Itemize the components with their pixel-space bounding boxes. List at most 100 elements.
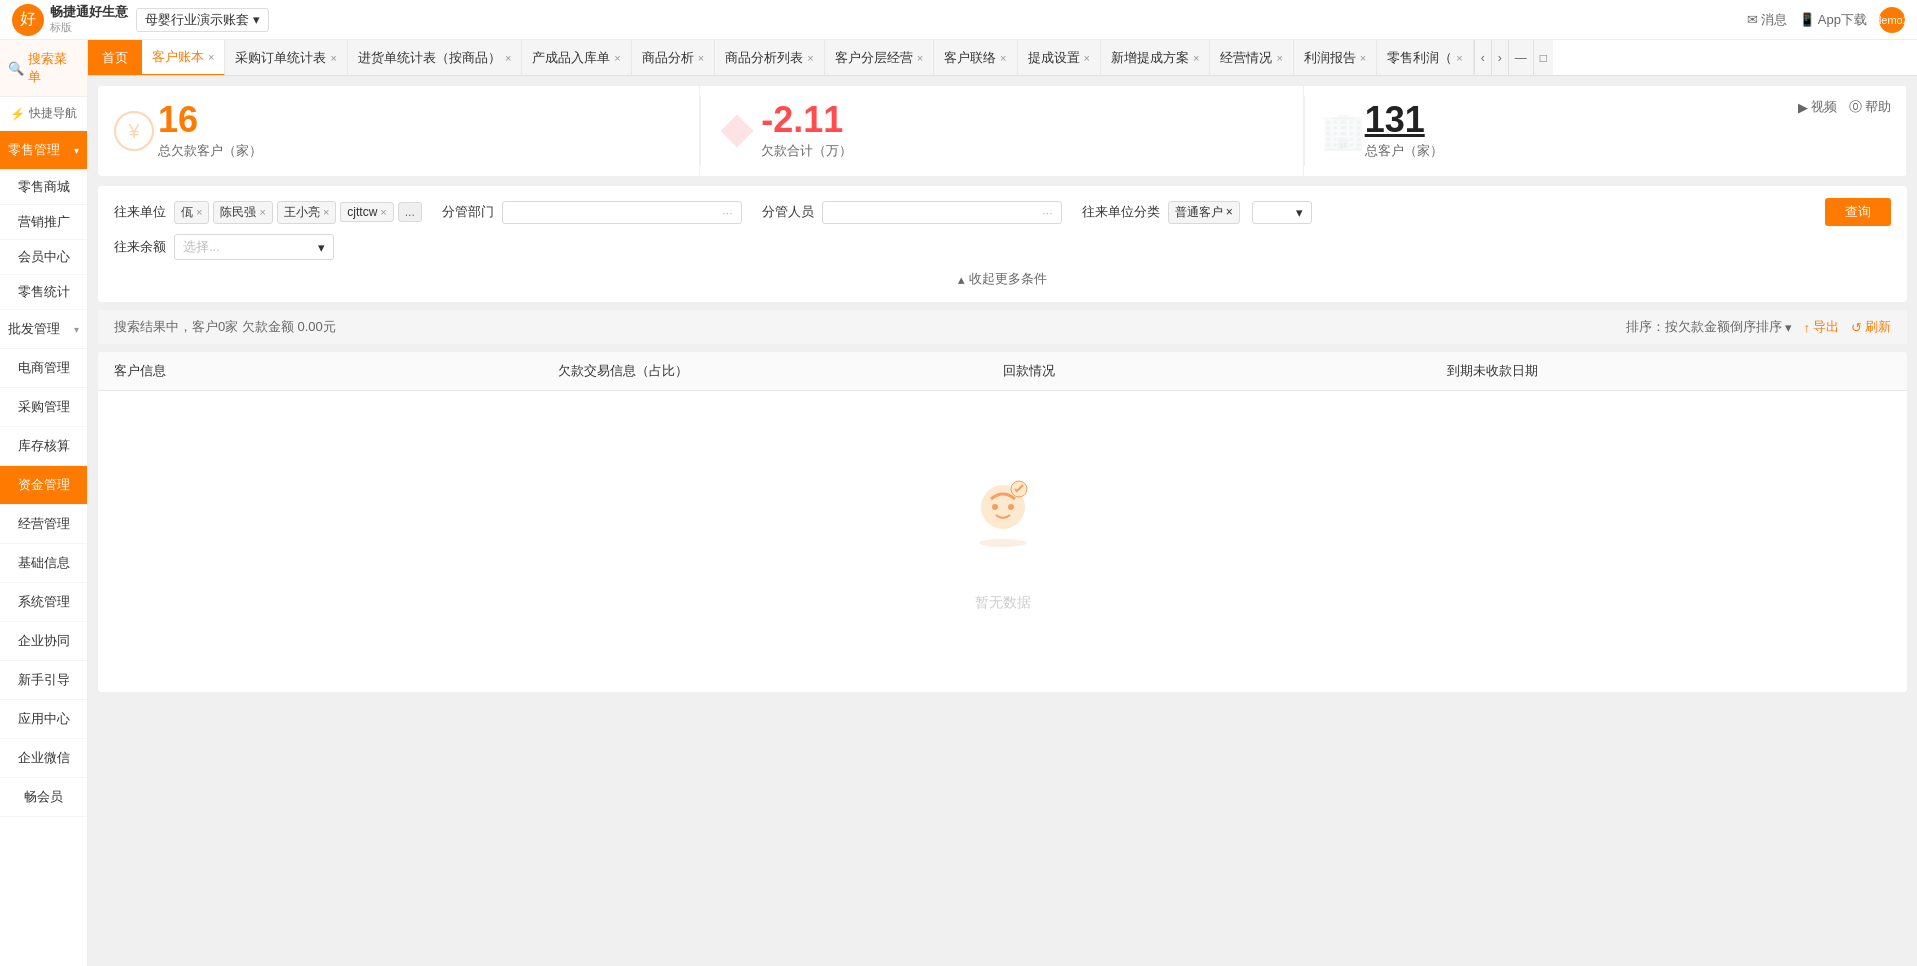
chevron-down-icon: ▾ [253, 12, 260, 27]
sidebar-item-inventory[interactable]: 库存核算 [0, 427, 87, 466]
app-download-btn[interactable]: 📱 App下载 [1799, 11, 1867, 29]
sidebar-item-inventory-label: 库存核算 [18, 438, 70, 453]
tab-retail-profit-close[interactable]: × [1456, 52, 1462, 64]
stat-label-1: 总欠款客户（家） [158, 142, 679, 160]
empty-icon [963, 471, 1043, 570]
classify-tag-normal-text: 普通客户 [1175, 204, 1223, 221]
classify-dropdown[interactable]: ▾ [1252, 201, 1312, 224]
tab-incoming-stats-close[interactable]: × [505, 52, 511, 64]
message-label: 消息 [1761, 11, 1787, 29]
tab-profit-report-label: 利润报告 [1304, 49, 1356, 67]
filter-tag-wa-remove[interactable]: × [196, 206, 202, 218]
stat-total-debt: -2.11 欠款合计（万） [701, 86, 1303, 176]
sidebar-item-ecommerce[interactable]: 电商管理 [0, 349, 87, 388]
search-menu-btn[interactable]: 🔍 搜索菜单 [0, 40, 87, 97]
tab-profit-report[interactable]: 利润报告 × [1294, 40, 1377, 75]
svg-point-3 [1008, 504, 1014, 510]
tab-profit-report-close[interactable]: × [1360, 52, 1366, 64]
filter-tag-cjttcw-remove[interactable]: × [380, 206, 386, 218]
filter-tag-chen-text: 陈民强 [220, 204, 256, 221]
balance-placeholder: 选择... [183, 238, 220, 256]
tab-purchase-order-close[interactable]: × [330, 52, 336, 64]
more-tags-btn[interactable]: ... [398, 202, 422, 222]
tab-retail-profit[interactable]: 零售利润（ × [1377, 40, 1473, 75]
tab-product-inbound-close[interactable]: × [614, 52, 620, 64]
chevron-up-icon: ▴ [958, 272, 965, 287]
filter-tag-chen-remove[interactable]: × [259, 206, 265, 218]
tab-raise-settings-close[interactable]: × [1084, 52, 1090, 64]
tab-window-min-btn[interactable]: — [1508, 40, 1533, 75]
sidebar-item-retail-mall[interactable]: 零售商城 [0, 170, 87, 205]
department-label: 分管部门 [442, 203, 494, 221]
sidebar-item-wholesale[interactable]: 批发管理 ▾ [0, 310, 87, 349]
department-dropdown[interactable]: ··· [502, 201, 742, 224]
tab-customer-close[interactable]: × [208, 51, 214, 63]
sidebar-item-app-center[interactable]: 应用中心 [0, 700, 87, 739]
filter-tag-wang-remove[interactable]: × [323, 206, 329, 218]
sort-btn[interactable]: 排序：按欠款金额倒序排序 ▾ [1626, 318, 1792, 336]
logo-icon: 好 [12, 4, 44, 36]
unit-classify-tags: 普通客户 × [1168, 201, 1240, 224]
query-button[interactable]: 查询 [1825, 198, 1891, 226]
stat-icon-3: 🏢 [1321, 110, 1366, 152]
sidebar-item-enterprise-wechat[interactable]: 企业微信 [0, 739, 87, 778]
tab-next-btn[interactable]: › [1491, 40, 1508, 75]
export-icon: ↑ [1804, 320, 1811, 335]
sidebar-item-purchase[interactable]: 采购管理 [0, 388, 87, 427]
table-col-repay: 回款情况 [1003, 362, 1447, 380]
tab-home[interactable]: 首页 [88, 40, 142, 75]
tab-customer-segment[interactable]: 客户分层经营 × [825, 40, 934, 75]
tab-incoming-stats[interactable]: 进货单统计表（按商品） × [348, 40, 522, 75]
window-max-icon: □ [1540, 51, 1547, 65]
stat-label-3: 总客户（家） [1365, 142, 1886, 160]
sidebar-item-marketing[interactable]: 营销推广 [0, 205, 87, 240]
avatar[interactable]: demo2 [1879, 7, 1905, 33]
collapse-btn[interactable]: ▴ 收起更多条件 [114, 268, 1891, 290]
top-right-actions: ▶ ▶ 视频 ⓪ 帮助 [1798, 98, 1891, 116]
tab-product-analysis-list-label: 商品分析列表 [725, 49, 803, 67]
classify-tag-normal-remove[interactable]: × [1226, 205, 1233, 219]
sidebar-item-system[interactable]: 系统管理 [0, 583, 87, 622]
refresh-btn[interactable]: ↺ 刷新 [1851, 318, 1891, 336]
tab-window-max-btn[interactable]: □ [1533, 40, 1553, 75]
company-selector[interactable]: 母婴行业演示账套 ▾ [136, 8, 269, 32]
tab-product-analysis-list-close[interactable]: × [807, 52, 813, 64]
tab-product-analysis-close[interactable]: × [698, 52, 704, 64]
tab-operation[interactable]: 经营情况 × [1210, 40, 1293, 75]
sidebar-item-retail[interactable]: 零售管理 ▾ [0, 131, 87, 170]
export-btn[interactable]: ↑ 导出 [1804, 318, 1840, 336]
filter-tag-wa-text: 佤 [181, 204, 193, 221]
person-label: 分管人员 [762, 203, 814, 221]
help-btn[interactable]: ⓪ 帮助 [1849, 98, 1891, 116]
tab-product-analysis[interactable]: 商品分析 × [632, 40, 715, 75]
stat-icon-2 [717, 111, 757, 151]
person-dropdown[interactable]: ··· [822, 201, 1062, 224]
classify-tag-normal: 普通客户 × [1168, 201, 1240, 224]
tab-purchase-order[interactable]: 采购订单统计表 × [225, 40, 347, 75]
arrow-left-icon: ‹ [1481, 51, 1485, 65]
sidebar-item-finance[interactable]: 资金管理 [0, 466, 87, 505]
tab-operation-close[interactable]: × [1276, 52, 1282, 64]
quick-nav-btn[interactable]: ⚡ 快捷导航 [0, 97, 87, 131]
sidebar-item-vip-member[interactable]: 畅会员 [0, 778, 87, 817]
sidebar-item-basic-info[interactable]: 基础信息 [0, 544, 87, 583]
message-btn[interactable]: ✉ 消息 [1747, 11, 1787, 29]
header-left: 好 畅捷通好生意 标版 母婴行业演示账套 ▾ [12, 4, 269, 36]
tab-new-raise-plan-close[interactable]: × [1193, 52, 1199, 64]
balance-dropdown[interactable]: 选择... ▾ [174, 234, 334, 260]
sidebar-item-enterprise[interactable]: 企业协同 [0, 622, 87, 661]
tab-customer-contact-close[interactable]: × [1000, 52, 1006, 64]
tab-prev-btn[interactable]: ‹ [1474, 40, 1491, 75]
tab-raise-settings[interactable]: 提成设置 × [1018, 40, 1101, 75]
sidebar-item-retail-stats[interactable]: 零售统计 [0, 275, 87, 310]
sidebar-item-new-guide[interactable]: 新手引导 [0, 661, 87, 700]
sidebar-item-operation-mgmt[interactable]: 经营管理 [0, 505, 87, 544]
tab-customer-segment-close[interactable]: × [917, 52, 923, 64]
tab-product-analysis-list[interactable]: 商品分析列表 × [715, 40, 824, 75]
tab-customer-contact[interactable]: 客户联络 × [934, 40, 1017, 75]
tab-customer[interactable]: 客户账本 × [142, 40, 225, 76]
sidebar-item-member[interactable]: 会员中心 [0, 240, 87, 275]
tab-new-raise-plan[interactable]: 新增提成方案 × [1101, 40, 1210, 75]
tab-product-inbound[interactable]: 产成品入库单 × [522, 40, 631, 75]
video-btn[interactable]: ▶ ▶ 视频 [1798, 98, 1837, 116]
